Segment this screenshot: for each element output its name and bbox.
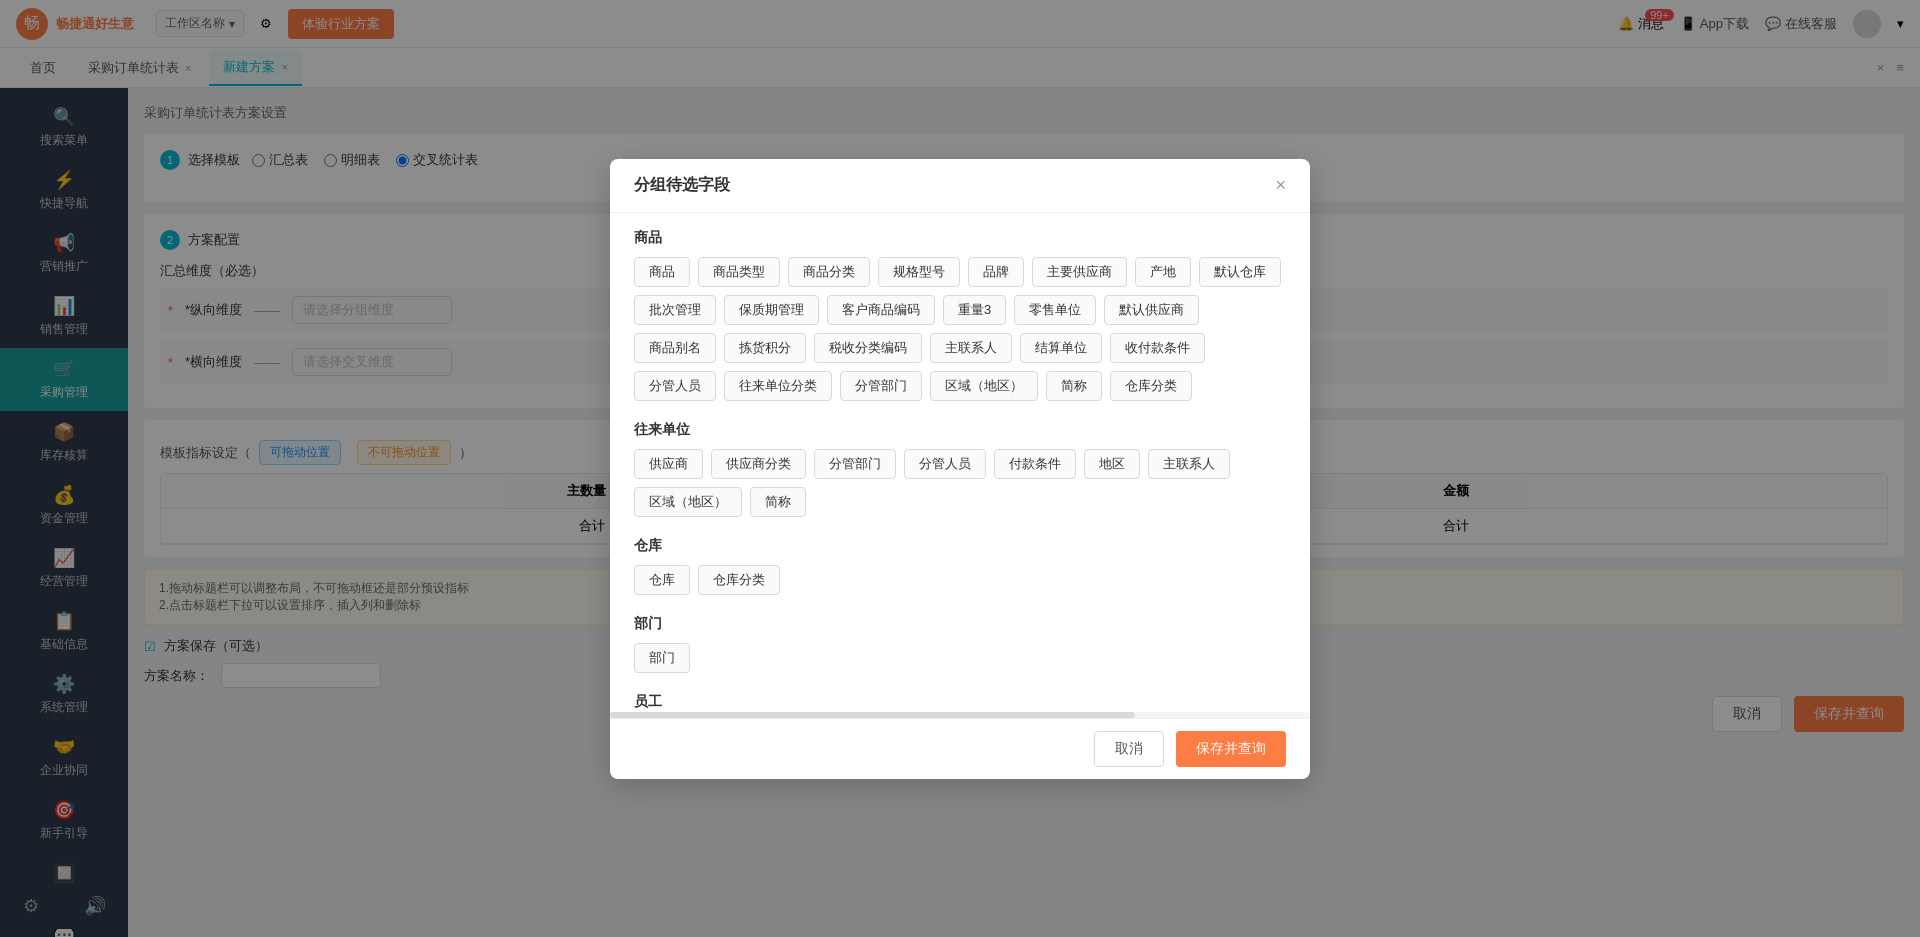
field-tag[interactable]: 商品别名 [634,333,716,363]
field-group-dept: 部门 部门 [634,615,1286,673]
field-tag[interactable]: 默认供应商 [1104,295,1199,325]
field-tag[interactable]: 主要供应商 [1032,257,1127,287]
modal-body: 商品 商品 商品类型 商品分类 规格型号 品牌 主要供应商 产地 默认仓库 批次… [610,213,1310,712]
field-tag[interactable]: 主联系人 [1148,449,1230,479]
field-tag[interactable]: 供应商 [634,449,703,479]
field-tag[interactable]: 分管部门 [840,371,922,401]
field-tag[interactable]: 产地 [1135,257,1191,287]
field-tag[interactable]: 部门 [634,643,690,673]
field-tag[interactable]: 重量3 [943,295,1006,325]
field-tag[interactable]: 仓库分类 [698,565,780,595]
field-group-dept-title: 部门 [634,615,1286,633]
field-tag[interactable]: 商品 [634,257,690,287]
field-tag[interactable]: 仓库分类 [1110,371,1192,401]
field-tag[interactable]: 商品类型 [698,257,780,287]
modal-dialog: 分组待选字段 × 商品 商品 商品类型 商品分类 规格型号 品牌 主要供应商 产… [610,159,1310,779]
field-tag[interactable]: 收付款条件 [1110,333,1205,363]
field-tag[interactable]: 付款条件 [994,449,1076,479]
field-tags-product: 商品 商品类型 商品分类 规格型号 品牌 主要供应商 产地 默认仓库 批次管理 … [634,257,1286,401]
horizontal-scrollbar-thumb [610,712,1135,718]
field-tags-dept: 部门 [634,643,1286,673]
field-tag[interactable]: 往来单位分类 [724,371,832,401]
field-group-product: 商品 商品 商品类型 商品分类 规格型号 品牌 主要供应商 产地 默认仓库 批次… [634,229,1286,401]
field-tag[interactable]: 默认仓库 [1199,257,1281,287]
field-tag[interactable]: 税收分类编码 [814,333,922,363]
modal-confirm-button[interactable]: 保存并查询 [1176,731,1286,767]
field-group-partner-title: 往来单位 [634,421,1286,439]
field-tag[interactable]: 客户商品编码 [827,295,935,325]
field-group-partner: 往来单位 供应商 供应商分类 分管部门 分管人员 付款条件 地区 主联系人 区域… [634,421,1286,517]
field-tags-partner: 供应商 供应商分类 分管部门 分管人员 付款条件 地区 主联系人 区域（地区） … [634,449,1286,517]
field-tag[interactable]: 分管人员 [634,371,716,401]
field-tag[interactable]: 分管人员 [904,449,986,479]
field-tag[interactable]: 地区 [1084,449,1140,479]
field-group-staff: 员工 业务员 [634,693,1286,712]
horizontal-scrollbar[interactable] [610,712,1310,718]
field-tag[interactable]: 供应商分类 [711,449,806,479]
field-group-staff-title: 员工 [634,693,1286,711]
field-tag[interactable]: 分管部门 [814,449,896,479]
field-tag[interactable]: 商品分类 [788,257,870,287]
field-group-warehouse-title: 仓库 [634,537,1286,555]
modal-cancel-button[interactable]: 取消 [1094,731,1164,767]
field-tag[interactable]: 结算单位 [1020,333,1102,363]
modal-footer: 取消 保存并查询 [610,718,1310,779]
field-tag[interactable]: 规格型号 [878,257,960,287]
field-tag[interactable]: 区域（地区） [930,371,1038,401]
field-group-product-title: 商品 [634,229,1286,247]
field-tags-warehouse: 仓库 仓库分类 [634,565,1286,595]
field-tag[interactable]: 区域（地区） [634,487,742,517]
field-tag[interactable]: 品牌 [968,257,1024,287]
field-group-warehouse: 仓库 仓库 仓库分类 [634,537,1286,595]
modal-close-button[interactable]: × [1275,175,1286,196]
field-tag[interactable]: 拣货积分 [724,333,806,363]
field-tag[interactable]: 简称 [750,487,806,517]
field-tag[interactable]: 保质期管理 [724,295,819,325]
field-tag[interactable]: 零售单位 [1014,295,1096,325]
field-tag[interactable]: 主联系人 [930,333,1012,363]
modal-header: 分组待选字段 × [610,159,1310,213]
field-tag[interactable]: 批次管理 [634,295,716,325]
field-tag[interactable]: 简称 [1046,371,1102,401]
modal-overlay: 分组待选字段 × 商品 商品 商品类型 商品分类 规格型号 品牌 主要供应商 产… [0,0,1920,937]
field-tag[interactable]: 仓库 [634,565,690,595]
modal-title: 分组待选字段 [634,175,730,196]
